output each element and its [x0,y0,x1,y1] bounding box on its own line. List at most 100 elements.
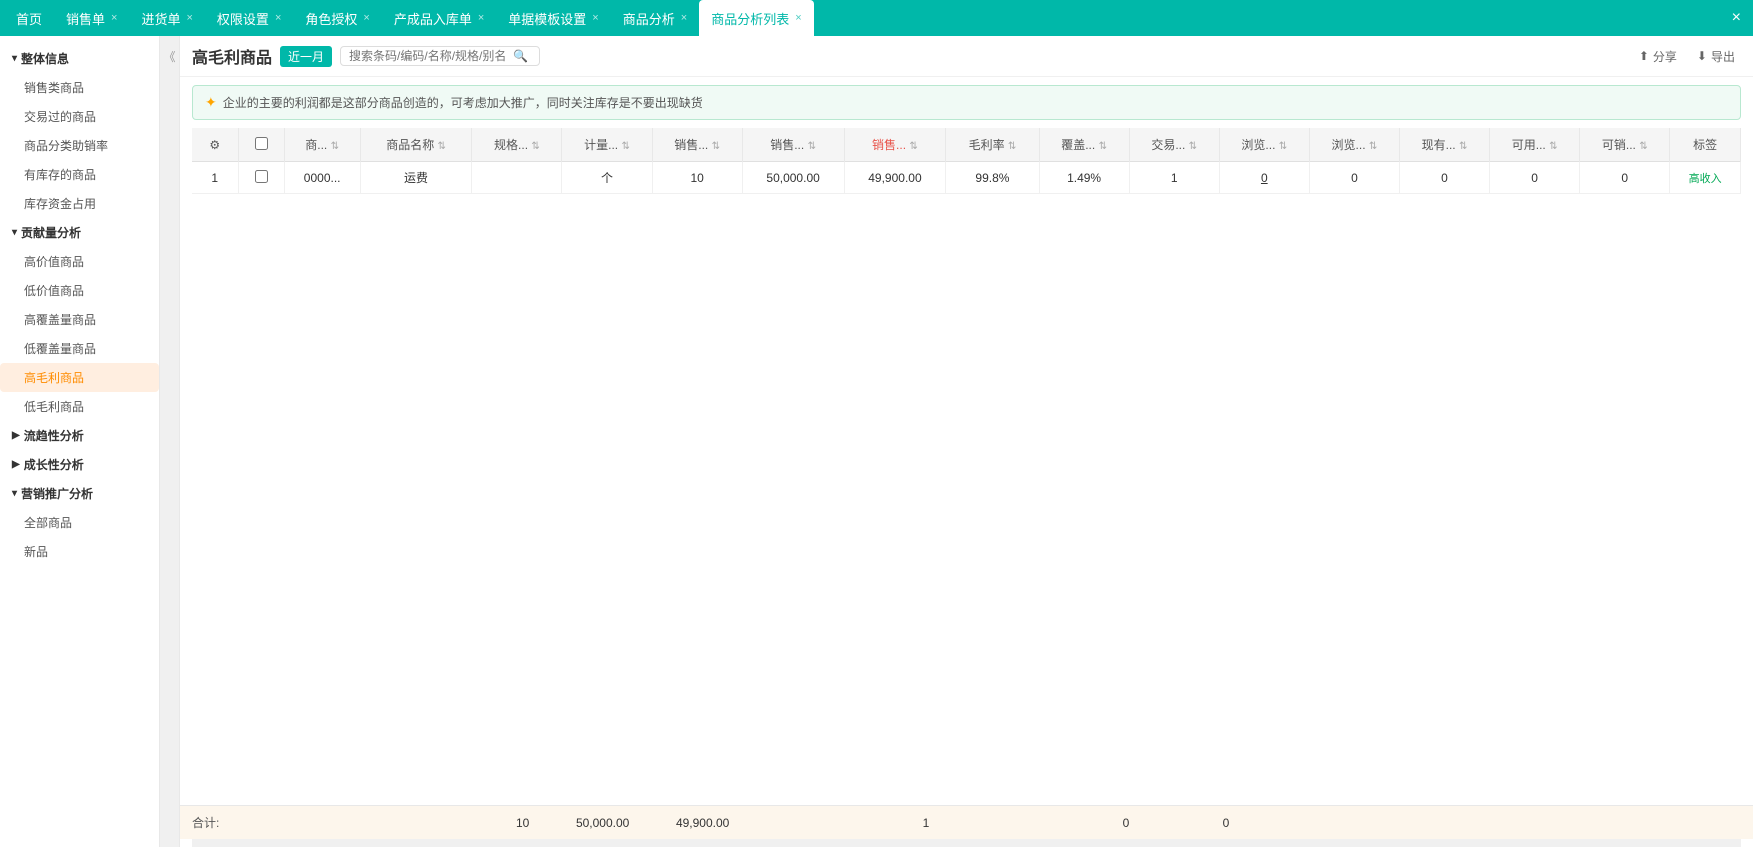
th-saleable-stock[interactable]: 可销... ⇅ [1580,128,1670,162]
sidebar-item-all-goods[interactable]: 全部商品 [0,508,159,537]
sidebar-group-overall[interactable]: ▾ 整体信息 [0,44,159,73]
th-unit[interactable]: 计量... ⇅ [562,128,652,162]
close-icon[interactable]: × [111,12,117,24]
th-code[interactable]: 商... ⇅ [284,128,360,162]
sidebar-item-stock-capital[interactable]: 库存资金占用 [0,189,159,218]
td-saleable-stock: 0 [1580,162,1670,194]
sidebar: ▾ 整体信息 销售类商品 交易过的商品 商品分类助销率 有库存的商品 库存资金占… [0,36,160,847]
th-transaction[interactable]: 交易... ⇅ [1129,128,1219,162]
td-coverage: 1.49% [1039,162,1129,194]
info-icon: ✦ [205,94,217,111]
window-close-button[interactable]: × [1724,9,1749,27]
share-button[interactable]: ⬆ 分享 [1633,46,1683,67]
td-code: 0000... [284,162,360,194]
nav-tab-role[interactable]: 角色授权 × [293,0,381,36]
page-title: 高毛利商品 [192,44,272,68]
sidebar-item-in-stock[interactable]: 有库存的商品 [0,160,159,189]
td-view2: 0 [1309,162,1399,194]
td-view1[interactable]: 0 [1219,162,1309,194]
th-sale-profit[interactable]: 销售... ⇅ [844,128,946,162]
top-navigation: 首页 销售单 × 进货单 × 权限设置 × 角色授权 × 产成品入库单 × 单据… [0,0,1753,36]
chevron-right-icon: ▶ [12,459,20,470]
sidebar-item-sales-goods[interactable]: 销售类商品 [0,73,159,102]
sidebar-item-new-goods[interactable]: 新品 [0,537,159,566]
nav-tab-analysis[interactable]: 商品分析 × [611,0,699,36]
close-icon[interactable]: × [186,12,192,24]
sidebar-item-high-coverage[interactable]: 高覆盖量商品 [0,305,159,334]
td-sale-profit: 49,900.00 [844,162,946,194]
sidebar-item-low-margin[interactable]: 低毛利商品 [0,392,159,421]
search-input[interactable] [349,49,509,63]
th-coverage[interactable]: 覆盖... ⇅ [1039,128,1129,162]
th-sale-qty[interactable]: 销售... ⇅ [652,128,742,162]
th-spec[interactable]: 规格... ⇅ [472,128,562,162]
sort-icon: ⇅ [1279,141,1287,152]
footer-current-stock: 0 [1049,816,1129,830]
th-view1[interactable]: 浏览... ⇅ [1219,128,1309,162]
td-transaction: 1 [1129,162,1219,194]
sidebar-group-growth[interactable]: ▶ 成长性分析 [0,450,159,479]
sidebar-group-marketing[interactable]: ▾ 营销推广分析 [0,479,159,508]
sidebar-item-low-value[interactable]: 低价值商品 [0,276,159,305]
sidebar-group-contribution[interactable]: ▾ 贡献量分析 [0,218,159,247]
footer-sale-amount: 50,000.00 [549,816,629,830]
period-button[interactable]: 近一月 [280,46,332,67]
td-sale-qty: 10 [652,162,742,194]
view1-link[interactable]: 0 [1261,171,1268,185]
th-setting[interactable]: ⚙ [192,128,238,162]
export-icon: ⬇ [1697,49,1707,63]
share-icon: ⬆ [1639,49,1649,63]
sort-icon: ⇅ [1639,141,1647,152]
sidebar-item-traded-goods[interactable]: 交易过的商品 [0,102,159,131]
data-table: ⚙ 商... ⇅ 商品名称 ⇅ 规格... ⇅ 计量... ⇅ 销售... ⇅ … [192,128,1741,194]
nav-tab-analysis-list[interactable]: 商品分析列表 × [699,0,813,36]
td-available-stock: 0 [1490,162,1580,194]
td-name: 运费 [360,162,472,194]
chevron-down-icon: ▾ [12,488,17,499]
export-button[interactable]: ⬇ 导出 [1691,46,1741,67]
td-current-stock: 0 [1399,162,1489,194]
sidebar-item-high-margin[interactable]: 高毛利商品 [0,363,159,392]
close-icon[interactable]: × [478,12,484,24]
info-banner: ✦ 企业的主要的利润都是这部分商品创造的，可考虑加大推广，同时关注库存是不要出现… [192,85,1741,120]
th-view2[interactable]: 浏览... ⇅ [1309,128,1399,162]
nav-tab-template[interactable]: 单据模板设置 × [496,0,610,36]
th-checkbox[interactable] [238,128,284,162]
sidebar-group-trend[interactable]: ▶ 流趋性分析 [0,421,159,450]
th-sale-amount[interactable]: 销售... ⇅ [742,128,844,162]
horizontal-scrollbar[interactable] [192,839,1741,847]
nav-tab-sales[interactable]: 销售单 × [54,0,129,36]
footer-sale-profit: 49,900.00 [649,816,729,830]
nav-tab-inbound[interactable]: 产成品入库单 × [382,0,496,36]
th-available-stock[interactable]: 可用... ⇅ [1490,128,1580,162]
th-tag[interactable]: 标签 [1670,128,1741,162]
close-icon[interactable]: × [275,12,281,24]
td-checkbox[interactable] [238,162,284,194]
td-unit: 个 [562,162,652,194]
sidebar-item-category-rate[interactable]: 商品分类助销率 [0,131,159,160]
th-gross-margin[interactable]: 毛利率 ⇅ [946,128,1039,162]
search-icon[interactable]: 🔍 [513,49,528,63]
th-name[interactable]: 商品名称 ⇅ [360,128,472,162]
close-icon[interactable]: × [795,12,801,24]
sort-icon: ⇅ [1369,141,1377,152]
row-checkbox[interactable] [255,170,268,183]
close-icon[interactable]: × [592,12,598,24]
footer-label: 合计: [192,814,219,831]
select-all-checkbox[interactable] [255,137,268,150]
content-header: 高毛利商品 近一月 🔍 ⬆ 分享 ⬇ 导出 [180,36,1753,77]
th-current-stock[interactable]: 现有... ⇅ [1399,128,1489,162]
sort-icon: ⇅ [712,141,720,152]
sidebar-item-high-value[interactable]: 高价值商品 [0,247,159,276]
chevron-down-icon: ▾ [12,53,17,64]
sidebar-collapse-button[interactable]: 《 [160,36,180,847]
sidebar-item-low-coverage[interactable]: 低覆盖量商品 [0,334,159,363]
nav-tab-permission[interactable]: 权限设置 × [205,0,293,36]
sort-icon: ⇅ [909,141,917,152]
footer-sale-qty: 10 [449,816,529,830]
nav-tab-home[interactable]: 首页 [4,0,54,36]
close-icon[interactable]: × [363,12,369,24]
td-spec [472,162,562,194]
close-icon[interactable]: × [681,12,687,24]
nav-tab-purchase[interactable]: 进货单 × [129,0,204,36]
